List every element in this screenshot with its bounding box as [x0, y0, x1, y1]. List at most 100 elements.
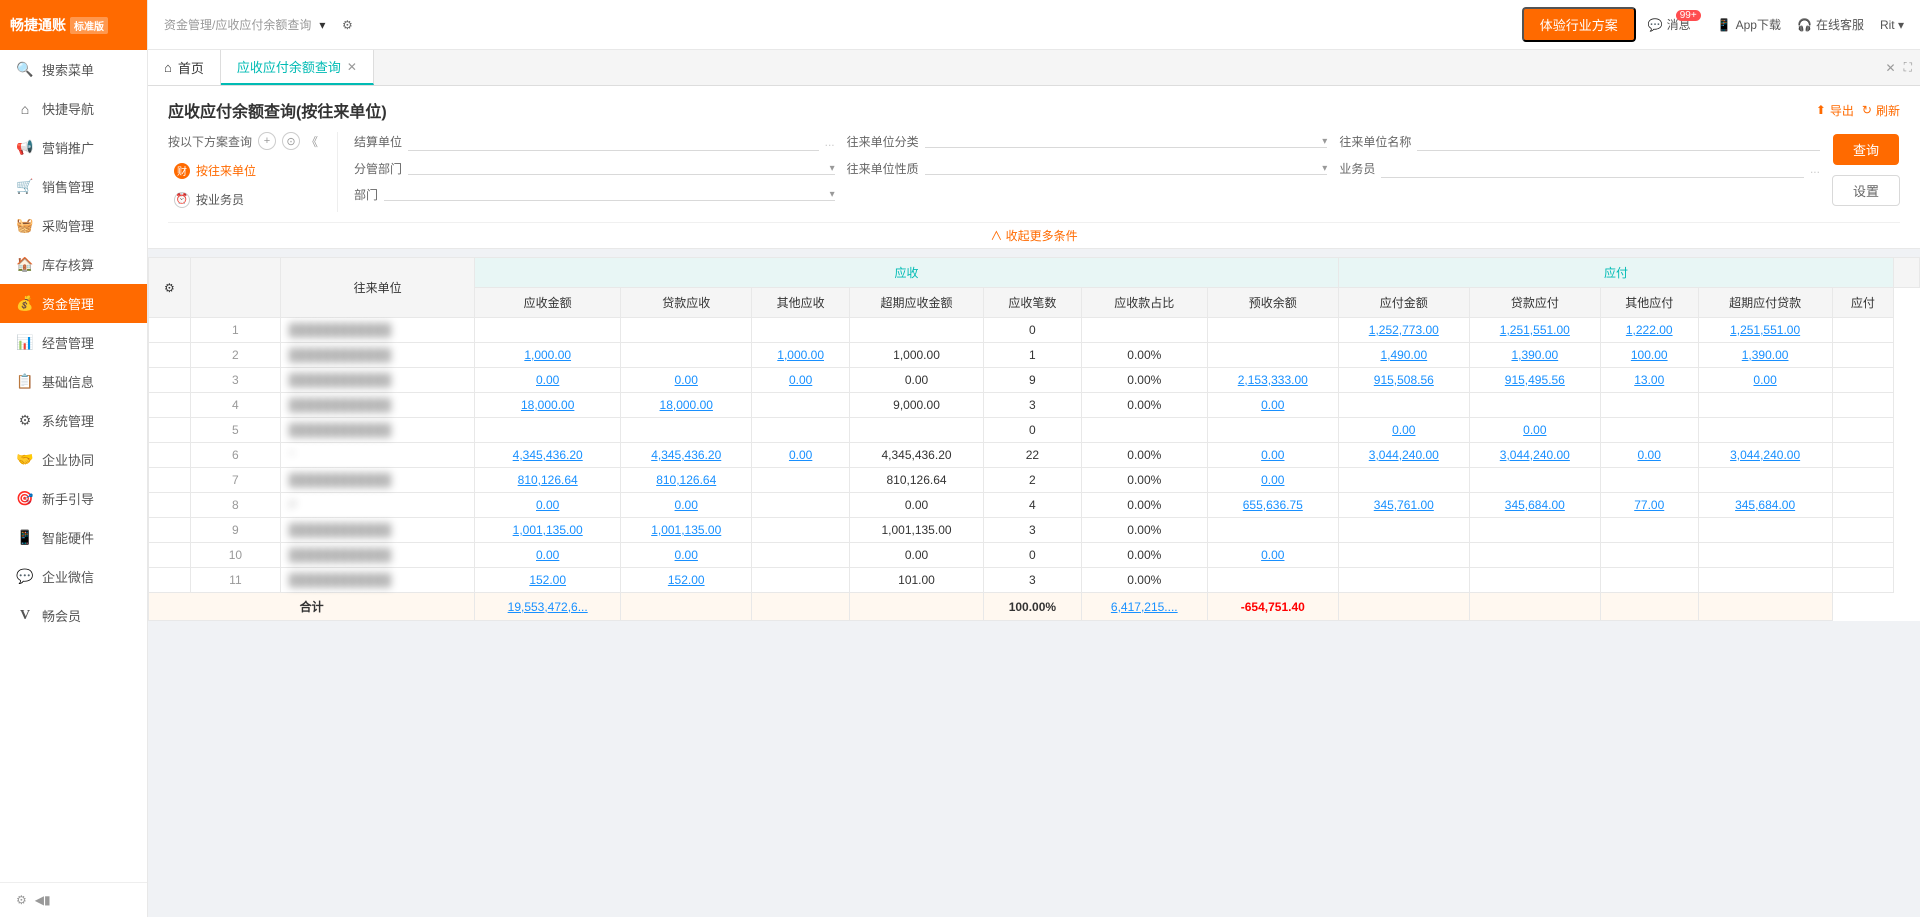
table-row: 8 P 0.00 0.00 0.00 4 0.00% 655,636.75 34… [149, 493, 1920, 518]
sidebar-item-system[interactable]: ⚙ 系统管理 [0, 401, 147, 440]
col-ar-overdue: 超期应收金额 [850, 288, 984, 318]
app-download-button[interactable]: 📱 App下载 [1717, 16, 1781, 33]
dept-select[interactable]: ▾ [384, 189, 835, 201]
collapse-more-btn[interactable]: ∧ 收起更多条件 [168, 222, 1900, 248]
partner-category-select[interactable]: ▾ [925, 136, 1328, 148]
salesman-dots[interactable]: ... [1810, 162, 1820, 176]
sidebar-item-sales[interactable]: 🛒 销售管理 [0, 167, 147, 206]
export-button[interactable]: ⬆ 导出 [1816, 102, 1854, 119]
main-area: 资金管理/应收应付余额查询 ▾ ⚙ 体验行业方案 💬 消息 99+ 📱 App下… [148, 0, 1920, 917]
scheme-salesman-label: 按业务员 [196, 191, 244, 208]
maximize-icon[interactable]: ⛶ [1904, 60, 1912, 75]
topbar-gear-icon[interactable]: ⚙ [333, 11, 361, 39]
tab-home[interactable]: ⌂ 首页 [148, 50, 221, 85]
row-partner: P [281, 493, 475, 518]
sidebar-item-operations[interactable]: 📊 经营管理 [0, 323, 147, 362]
row-partner: ████████████ [281, 343, 475, 368]
query-button[interactable]: 查询 [1833, 134, 1899, 165]
sidebar-item-purchase[interactable]: 🧺 采购管理 [0, 206, 147, 245]
refresh-label: 刷新 [1876, 102, 1900, 119]
dept-manager-arrow: ▾ [830, 163, 835, 174]
sidebar-item-newbie[interactable]: 🎯 新手引导 [0, 479, 147, 518]
collapse-label: 收起更多条件 [1006, 229, 1078, 243]
col-partner: 往来单位 [281, 258, 475, 318]
sidebar-item-marketing[interactable]: 📢 营销推广 [0, 128, 147, 167]
promo-button[interactable]: 体验行业方案 [1522, 7, 1636, 42]
dept-label: 部门 [354, 186, 378, 203]
tabbar-actions: ✕ ⛶ [1878, 50, 1920, 85]
sidebar-item-smart-hw[interactable]: 📱 智能硬件 [0, 518, 147, 557]
collapse-sidebar-icon[interactable]: ◀▮ [35, 893, 51, 907]
total-ar-prepay[interactable]: 6,417,215.... [1081, 593, 1207, 621]
service-button[interactable]: 🎧 在线客服 [1797, 16, 1864, 33]
row-seq: 7 [190, 468, 280, 493]
page-title: 应收应付余额查询(按往来单位) [168, 98, 387, 122]
col-settings-icon[interactable]: ⚙ [149, 258, 191, 318]
set-button[interactable]: 设置 [1832, 175, 1900, 206]
message-button[interactable]: 💬 消息 99+ [1648, 16, 1691, 33]
purchase-icon: 🧺 [16, 217, 34, 235]
tab-close-icon[interactable]: ✕ [347, 60, 357, 74]
sidebar-bottom: ⚙ ◀▮ [0, 882, 147, 917]
sidebar-item-inventory[interactable]: 🏠 库存核算 [0, 245, 147, 284]
partner-name-input[interactable] [1417, 132, 1820, 151]
page-title-row: 应收应付余额查询(按往来单位) ⬆ 导出 ↻ 刷新 [168, 98, 1900, 122]
logo-text: 畅捷通账 [10, 15, 66, 35]
smart-hw-icon: 📱 [16, 529, 34, 547]
row-partner: ████████████ [281, 468, 475, 493]
scheme-collapse-button[interactable]: 《 [306, 133, 318, 150]
settlement-unit-input[interactable] [408, 132, 819, 151]
sidebar-item-label: 营销推广 [42, 138, 94, 157]
settings-icon[interactable]: ⚙ [16, 893, 27, 907]
dept-manager-select[interactable]: ▾ [408, 163, 835, 175]
scheme-salesman[interactable]: ⏰ 按业务员 [168, 187, 325, 212]
breadcrumb-dropdown[interactable]: ▾ [319, 18, 325, 32]
partner-nature-select[interactable]: ▾ [925, 163, 1328, 175]
salesman-input[interactable] [1381, 159, 1804, 178]
table-container[interactable]: ⚙ 往来单位 应收 应付 应收金额 贷款应收 其他应收 超期应收金额 应收笔数 … [148, 249, 1920, 917]
sidebar-item-vip[interactable]: V 畅会员 [0, 596, 147, 635]
sidebar-item-base-info[interactable]: 📋 基础信息 [0, 362, 147, 401]
settlement-unit-dots[interactable]: ... [825, 135, 835, 149]
tab-ar-ap[interactable]: 应收应付余额查询 ✕ [221, 50, 374, 85]
scheme-settings-button[interactable]: ⊙ [282, 132, 300, 150]
row-settings [149, 368, 191, 393]
user-info[interactable]: Rit ▾ [1880, 18, 1904, 32]
chevron-up-icon: ∧ [990, 229, 1002, 243]
row-seq: 4 [190, 393, 280, 418]
col-ap-loan: 贷款应付 [1469, 288, 1600, 318]
wechat-icon: 💬 [16, 568, 34, 586]
table-row: 2 ████████████ 1,000.00 1,000.00 1,000.0… [149, 343, 1920, 368]
col-ap-overdue: 超期应付贷款 [1698, 288, 1832, 318]
app-icon: 📱 [1717, 18, 1732, 32]
table-row: 3 ████████████ 0.00 0.00 0.00 0.00 9 0.0… [149, 368, 1920, 393]
sidebar-item-wechat[interactable]: 💬 企业微信 [0, 557, 147, 596]
close-all-icon[interactable]: ✕ [1886, 61, 1896, 75]
page-content: 应收应付余额查询(按往来单位) ⬆ 导出 ↻ 刷新 按 [148, 86, 1920, 917]
sidebar-item-finance[interactable]: 💰 资金管理 [0, 284, 147, 323]
sidebar-item-enterprise[interactable]: 🤝 企业协同 [0, 440, 147, 479]
col-ap-other: 其他应付 [1600, 288, 1698, 318]
row-settings [149, 318, 191, 343]
col-ar-count: 应收笔数 [983, 288, 1081, 318]
total-ar-amount[interactable]: 19,553,472,6... [475, 593, 621, 621]
user-dropdown-icon: ▾ [1898, 18, 1904, 32]
partner-category-label: 往来单位分类 [847, 133, 919, 150]
table-row: 5 ████████████ 0 0.00 0.00 [149, 418, 1920, 443]
row-partner: ████████████ [281, 418, 475, 443]
sidebar-item-label: 企业协同 [42, 450, 94, 469]
sidebar-item-quick-nav[interactable]: ⌂ 快捷导航 [0, 89, 147, 128]
export-label: 导出 [1830, 102, 1854, 119]
sales-icon: 🛒 [16, 178, 34, 196]
col-ar-loan: 贷款应收 [621, 288, 752, 318]
sidebar-item-label: 智能硬件 [42, 528, 94, 547]
scheme-partner-unit[interactable]: 财 按往来单位 [168, 158, 325, 183]
enterprise-icon: 🤝 [16, 451, 34, 469]
sidebar-item-label: 畅会员 [42, 606, 81, 625]
sidebar-item-label: 新手引导 [42, 489, 94, 508]
add-scheme-button[interactable]: + [258, 132, 276, 150]
refresh-button[interactable]: ↻ 刷新 [1862, 102, 1900, 119]
row-seq: 5 [190, 418, 280, 443]
table-row: 11 ████████████ 152.00 152.00 101.00 3 0… [149, 568, 1920, 593]
sidebar-item-search-menu[interactable]: 🔍 搜索菜单 [0, 50, 147, 89]
